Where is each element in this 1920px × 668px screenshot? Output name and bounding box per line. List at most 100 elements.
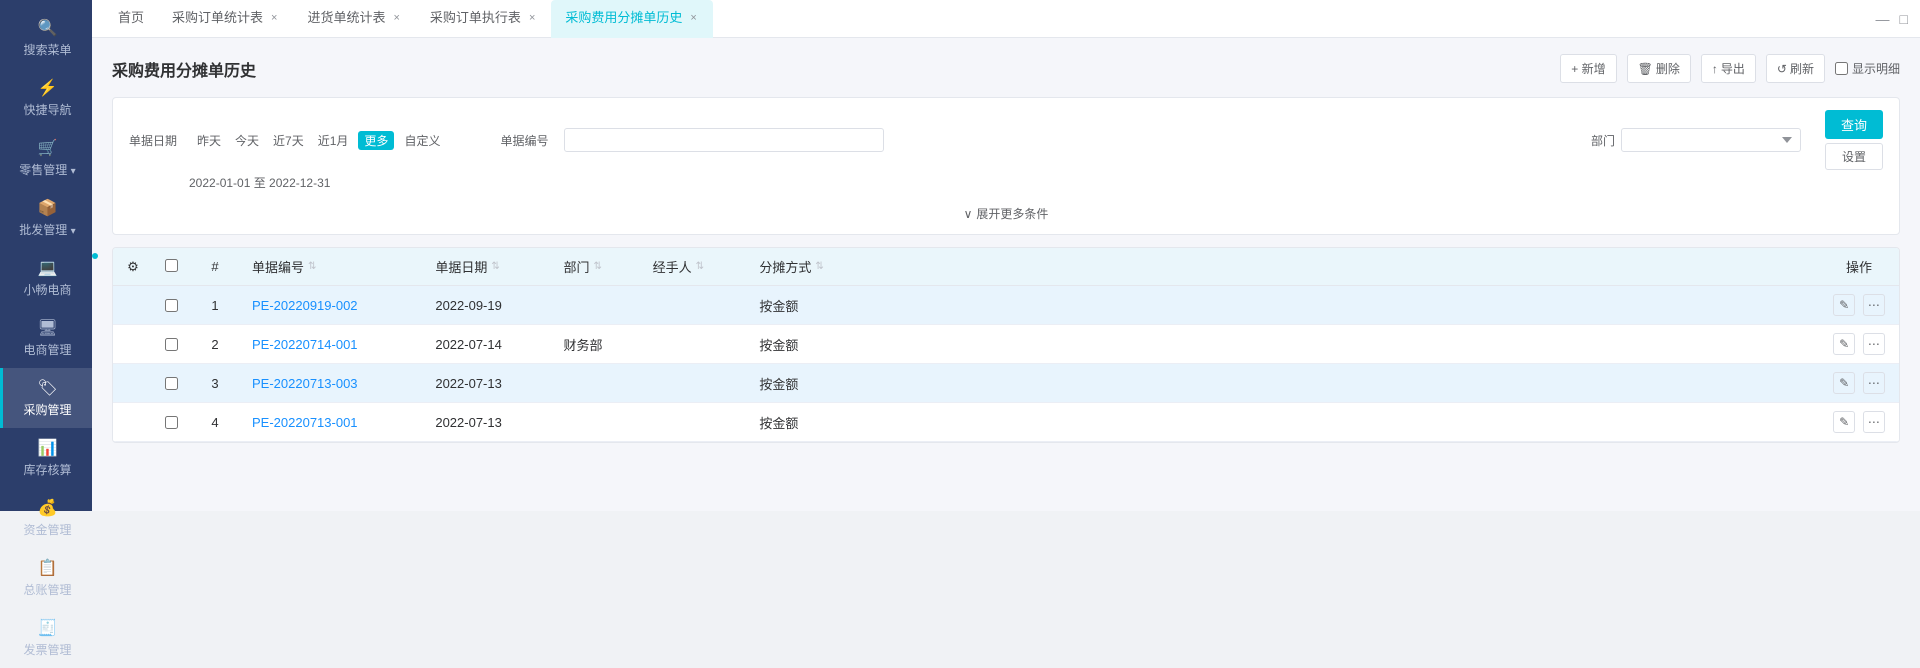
quick-icon: ⚡ <box>7 78 88 98</box>
search-button[interactable]: 查询 <box>1825 110 1883 139</box>
row-doc-no-0: PE-20220919-002 <box>240 286 423 325</box>
sort-dept-icon: ⇅ <box>593 261 601 272</box>
doc-no-label: 单据编号 <box>500 132 548 149</box>
row-more-icon-1[interactable]: ⋯ <box>1863 333 1885 355</box>
row-split-method-1: 按金额 <box>747 325 1819 364</box>
sidebar-item-purchase[interactable]: 🏷 采购管理 <box>0 368 92 428</box>
row-edit-icon-0[interactable]: ✎ <box>1833 294 1855 316</box>
close-tab-inbound-stats[interactable]: × <box>391 0 401 38</box>
shortcut-1month[interactable]: 近1月 <box>314 131 353 150</box>
invoice-icon: 🧾 <box>7 618 88 638</box>
row-doc-no-1: PE-20220714-001 <box>240 325 423 364</box>
th-split-method[interactable]: 分摊方式 ⇅ <box>747 248 1819 286</box>
row-cb-1[interactable] <box>165 338 178 351</box>
row-doc-date-3: 2022-07-13 <box>423 403 551 442</box>
finance-icon: 💰 <box>7 498 88 518</box>
tab-purchase-cost-history[interactable]: 采购费用分摊单历史 × <box>551 0 712 38</box>
date-range-text: 2022-01-01 至 2022-12-31 <box>189 176 330 190</box>
search-settings-group: 查询 设置 <box>1825 110 1883 170</box>
show-cols-toggle[interactable]: 显示明细 <box>1835 60 1900 77</box>
sidebar-item-search[interactable]: 🔍 搜索菜单 <box>0 8 92 68</box>
doc-no-link-0[interactable]: PE-20220919-002 <box>252 298 358 313</box>
row-checkbox-0 <box>153 286 190 325</box>
sidebar: 🔍 搜索菜单 ⚡ 快捷导航 🛒 零售管理 ▾ 📦 批发管理 ▾ 💻 小畅电商 🖥… <box>0 0 92 511</box>
row-handler-0 <box>641 286 748 325</box>
row-edit-icon-3[interactable]: ✎ <box>1833 411 1855 433</box>
row-split-method-3: 按金额 <box>747 403 1819 442</box>
table-row: 1 PE-20220919-002 2022-09-19 按金额 ✎ ⋯ <box>113 286 1899 325</box>
th-dept[interactable]: 部门 ⇅ <box>551 248 640 286</box>
settings-gear-icon[interactable]: ⚙ <box>127 259 139 274</box>
row-edit-icon-1[interactable]: ✎ <box>1833 333 1855 355</box>
delete-icon: 🗑 <box>1638 62 1653 76</box>
sidebar-item-ecom[interactable]: 🖥 电商管理 <box>0 308 92 368</box>
th-doc-date[interactable]: 单据日期 ⇅ <box>423 248 551 286</box>
sidebar-item-finance[interactable]: 💰 资金管理 <box>0 488 92 548</box>
main-area: 首页 采购订单统计表 × 进货单统计表 × 采购订单执行表 × 采购费用分摊单历… <box>92 0 1920 511</box>
refresh-button[interactable]: ↺ 刷新 <box>1766 54 1825 83</box>
expand-more-btn[interactable]: ∨ 展开更多条件 <box>964 205 1049 222</box>
sidebar-item-invoice[interactable]: 🧾 发票管理 <box>0 608 92 668</box>
tab-purchase-order-stats[interactable]: 采购订单统计表 × <box>158 0 293 38</box>
tab-purchase-order-exec[interactable]: 采购订单执行表 × <box>416 0 551 38</box>
sidebar-item-ledger[interactable]: 📋 总账管理 <box>0 548 92 608</box>
tab-inbound-stats[interactable]: 进货单统计表 × <box>293 0 415 38</box>
close-tab-purchase-cost-history[interactable]: × <box>688 0 698 38</box>
dept-select[interactable]: 财务部 <box>1621 128 1801 152</box>
sidebar-item-retail[interactable]: 🛒 零售管理 ▾ <box>0 128 92 188</box>
th-handler[interactable]: 经手人 ⇅ <box>641 248 748 286</box>
row-cb-2[interactable] <box>165 377 178 390</box>
row-cb-3[interactable] <box>165 416 178 429</box>
th-checkbox <box>153 248 190 286</box>
row-dept-0 <box>551 286 640 325</box>
row-edit-icon-2[interactable]: ✎ <box>1833 372 1855 394</box>
close-tab-purchase-order-stats[interactable]: × <box>269 0 279 38</box>
doc-no-input[interactable] <box>564 128 884 152</box>
sidebar-item-wholesale[interactable]: 📦 批发管理 ▾ <box>0 188 92 248</box>
data-table-wrap: ⚙ # 单据编号 ⇅ <box>112 247 1900 443</box>
row-dept-3 <box>551 403 640 442</box>
export-button[interactable]: ↑ 导出 <box>1701 54 1756 83</box>
ledger-icon: 📋 <box>7 558 88 578</box>
row-checkbox-2 <box>153 364 190 403</box>
tab-home[interactable]: 首页 <box>104 0 158 38</box>
close-tab-purchase-order-exec[interactable]: × <box>527 0 537 38</box>
th-doc-no[interactable]: 单据编号 ⇅ <box>240 248 423 286</box>
row-no-3: 4 <box>190 403 240 442</box>
shortcut-yesterday[interactable]: 昨天 <box>193 131 225 150</box>
row-split-method-0: 按金额 <box>747 286 1819 325</box>
table-header-row: ⚙ # 单据编号 ⇅ <box>113 248 1899 286</box>
sidebar-item-ecom-small[interactable]: 💻 小畅电商 <box>0 248 92 308</box>
row-settings-3 <box>113 403 153 442</box>
delete-button[interactable]: 🗑 删除 <box>1627 54 1691 83</box>
shortcut-custom[interactable]: 自定义 <box>400 131 444 150</box>
doc-no-link-2[interactable]: PE-20220713-003 <box>252 376 358 391</box>
show-cols-checkbox[interactable] <box>1835 62 1848 75</box>
sort-handler-icon: ⇅ <box>696 261 704 272</box>
maximize-window-icon[interactable]: □ <box>1900 11 1908 27</box>
row-more-icon-0[interactable]: ⋯ <box>1863 294 1885 316</box>
filter-settings-button[interactable]: 设置 <box>1825 143 1883 170</box>
row-more-icon-3[interactable]: ⋯ <box>1863 411 1885 433</box>
doc-no-input-group <box>564 128 1515 152</box>
date-filter-label: 单据日期 <box>129 132 177 149</box>
row-dept-1: 财务部 <box>551 325 640 364</box>
sidebar-item-quick[interactable]: ⚡ 快捷导航 <box>0 68 92 128</box>
row-cb-0[interactable] <box>165 299 178 312</box>
row-settings-1 <box>113 325 153 364</box>
select-all-checkbox[interactable] <box>165 259 178 272</box>
row-actions-1: ✎ ⋯ <box>1819 325 1899 364</box>
export-icon: ↑ <box>1712 62 1718 76</box>
row-more-icon-2[interactable]: ⋯ <box>1863 372 1885 394</box>
shortcut-today[interactable]: 今天 <box>231 131 263 150</box>
shortcut-7days[interactable]: 近7天 <box>269 131 308 150</box>
minimize-window-icon[interactable]: — <box>1876 11 1890 27</box>
row-checkbox-3 <box>153 403 190 442</box>
doc-no-link-3[interactable]: PE-20220713-001 <box>252 415 358 430</box>
add-button[interactable]: + 新增 <box>1560 54 1616 83</box>
doc-no-link-1[interactable]: PE-20220714-001 <box>252 337 358 352</box>
shortcut-more[interactable]: 更多 <box>358 131 394 150</box>
sidebar-item-inventory[interactable]: 📊 库存核算 <box>0 428 92 488</box>
date-range-display: 2022-01-01 至 2022-12-31 <box>189 174 1883 191</box>
row-checkbox-1 <box>153 325 190 364</box>
